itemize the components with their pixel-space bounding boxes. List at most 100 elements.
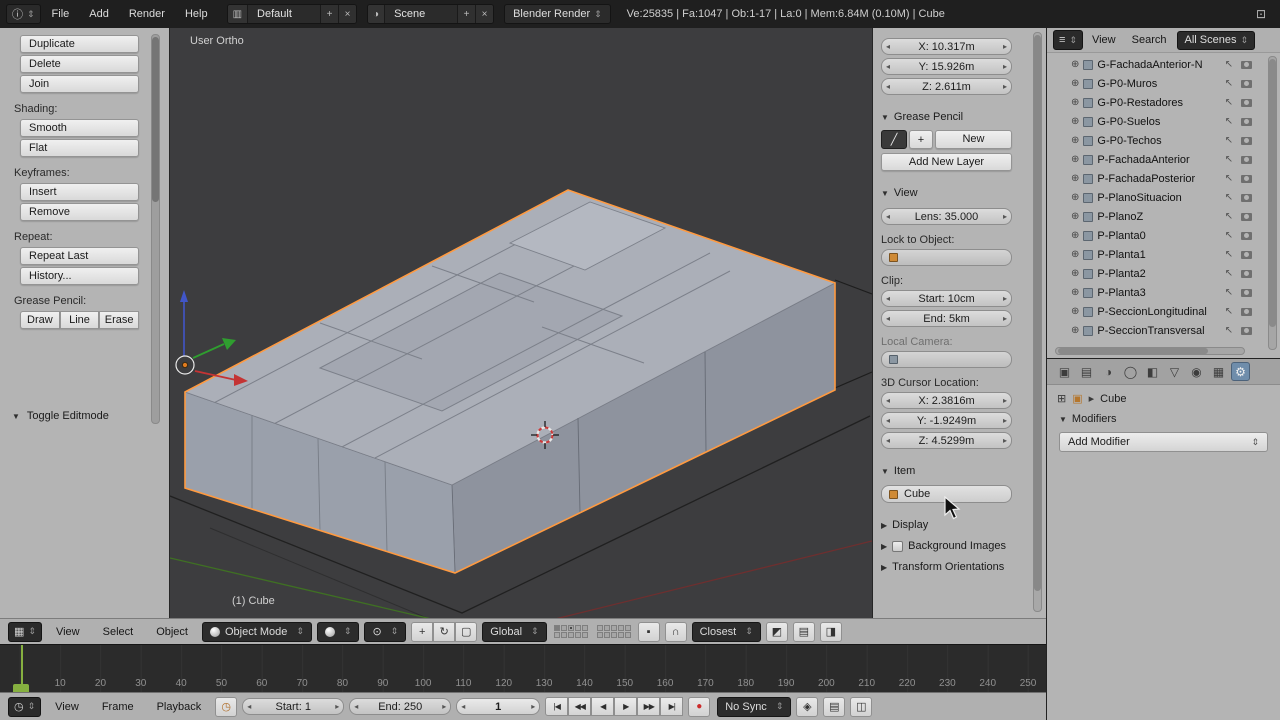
render-toggle-icon[interactable] xyxy=(1241,288,1252,297)
scrollbar-thumb[interactable] xyxy=(1058,348,1208,354)
render-toggle-icon[interactable] xyxy=(1241,250,1252,259)
selectable-toggle-icon[interactable]: ↖ xyxy=(1225,230,1233,241)
outliner-item-label[interactable]: P-SeccionTransversal xyxy=(1097,325,1204,337)
outliner-item[interactable]: ⊕ P-PlanoZ ↖ xyxy=(1047,207,1280,226)
outliner-scrollbar[interactable] xyxy=(1268,56,1277,350)
outliner-item-label[interactable]: P-FachadaPosterior xyxy=(1097,173,1195,185)
pivot-point-dropdown[interactable]: ⊙ ⇕ xyxy=(364,621,407,642)
expand-icon[interactable]: ⊕ xyxy=(1071,211,1079,222)
item-panel-header[interactable]: ▼ Item xyxy=(881,465,1012,477)
increment-arrow-icon[interactable]: ▸ xyxy=(1003,416,1007,425)
properties-tab-icon[interactable]: ▦ xyxy=(1209,362,1228,381)
expand-icon[interactable]: ⊕ xyxy=(1071,116,1079,127)
outliner-item-label[interactable]: G-FachadaAnterior-N xyxy=(1097,59,1202,71)
dimension-value[interactable]: Y: 15.926m xyxy=(890,61,1003,73)
background-images-checkbox[interactable] xyxy=(892,540,904,552)
outliner-item-label[interactable]: P-Planta1 xyxy=(1097,249,1145,261)
increment-arrow-icon[interactable]: ▸ xyxy=(442,702,446,711)
outliner-item-label[interactable]: P-FachadaAnterior xyxy=(1097,154,1189,166)
increment-arrow-icon[interactable]: ▸ xyxy=(1003,42,1007,51)
menu-item[interactable]: File xyxy=(43,4,79,24)
clip-end-value[interactable]: End: 5km xyxy=(890,313,1003,325)
translate-manipulator-icon[interactable]: + xyxy=(411,621,434,642)
current-frame-field[interactable]: ◂ 1 ▸ xyxy=(456,698,541,715)
expand-icon[interactable]: ⊕ xyxy=(1071,230,1079,241)
selectable-toggle-icon[interactable]: ↖ xyxy=(1225,173,1233,184)
outliner-item-label[interactable]: P-PlanoZ xyxy=(1097,211,1143,223)
interaction-mode-dropdown[interactable]: Object Mode ⇕ xyxy=(201,621,312,642)
outliner-item-label[interactable]: P-Planta2 xyxy=(1097,268,1145,280)
clip-end-field[interactable]: ◂ End: 5km ▸ xyxy=(881,310,1012,327)
outliner-item[interactable]: ⊕ P-SeccionTransversal ↖ xyxy=(1047,321,1280,340)
outliner-item[interactable]: ⊕ P-Planta3 ↖ xyxy=(1047,283,1280,302)
screen-layout-selector[interactable]: ▥ Default + × xyxy=(226,4,358,24)
add-scene-button[interactable]: + xyxy=(457,5,476,23)
lens-field[interactable]: ◂ Lens: 35.000 ▸ xyxy=(881,208,1012,225)
selectable-toggle-icon[interactable]: ↖ xyxy=(1225,325,1233,336)
selectable-toggle-icon[interactable]: ↖ xyxy=(1225,249,1233,260)
lock-to-object-field[interactable] xyxy=(881,249,1012,266)
selectable-toggle-icon[interactable]: ↖ xyxy=(1225,154,1233,165)
cursor-coordinate-value[interactable]: Y: -1.9249m xyxy=(890,415,1003,427)
tool-button[interactable]: Join xyxy=(20,75,139,93)
outliner-item-label[interactable]: P-PlanoSituacion xyxy=(1097,192,1181,204)
menu-item[interactable]: Help xyxy=(176,4,217,24)
increment-arrow-icon[interactable]: ▸ xyxy=(531,702,535,711)
selectable-toggle-icon[interactable]: ↖ xyxy=(1225,211,1233,222)
menu-item[interactable]: View xyxy=(1085,30,1123,50)
scrollbar-thumb[interactable] xyxy=(1269,59,1276,327)
render-toggle-icon[interactable] xyxy=(1241,117,1252,126)
expand-icon[interactable]: ⊕ xyxy=(1071,192,1079,203)
render-option-icon[interactable]: ◩ xyxy=(765,621,788,642)
outliner-item[interactable]: ⊕ P-FachadaAnterior ↖ xyxy=(1047,150,1280,169)
grease-pencil-tool-button[interactable]: Draw xyxy=(20,311,60,329)
properties-tab-icon[interactable]: ◉ xyxy=(1187,362,1206,381)
expand-icon[interactable]: ⊕ xyxy=(1071,306,1079,317)
outliner-display-mode-dropdown[interactable]: All Scenes ⇕ xyxy=(1177,30,1256,50)
outliner-item[interactable]: ⊕ G-FachadaAnterior-N ↖ xyxy=(1047,55,1280,74)
dimension-field[interactable]: ◂ X: 10.317m ▸ xyxy=(881,38,1012,55)
scene-name[interactable]: Scene xyxy=(385,8,457,20)
render-toggle-icon[interactable] xyxy=(1241,326,1252,335)
tab-modifiers-icon[interactable]: ⚙ xyxy=(1231,362,1250,381)
outliner-item-label[interactable]: G-P0-Suelos xyxy=(1097,116,1160,128)
menu-item[interactable]: Add xyxy=(80,4,118,24)
grease-pencil-draw-icon[interactable]: ╱ xyxy=(881,130,907,149)
increment-arrow-icon[interactable]: ▸ xyxy=(1003,436,1007,445)
scale-manipulator-icon[interactable]: ▢ xyxy=(455,621,478,642)
render-option-icon[interactable]: ▤ xyxy=(792,621,815,642)
outliner-item[interactable]: ⊕ P-Planta0 ↖ xyxy=(1047,226,1280,245)
menu-item[interactable]: Render xyxy=(120,4,174,24)
menu-item[interactable]: Object xyxy=(147,622,197,642)
outliner-item-label[interactable]: G-P0-Muros xyxy=(1097,78,1157,90)
render-option-icon[interactable]: ◨ xyxy=(819,621,842,642)
editor-type-button[interactable]: ≡ ⇕ xyxy=(1053,30,1083,50)
properties-tab-icon[interactable]: ◑ xyxy=(1099,362,1118,381)
increment-arrow-icon[interactable]: ▸ xyxy=(1003,82,1007,91)
selectable-toggle-icon[interactable]: ↖ xyxy=(1225,287,1233,298)
repeat-button[interactable]: Repeat Last xyxy=(20,247,139,265)
delete-layout-button[interactable]: × xyxy=(338,5,357,23)
render-toggle-icon[interactable] xyxy=(1241,155,1252,164)
render-toggle-icon[interactable] xyxy=(1241,98,1252,107)
grease-pencil-new-button[interactable]: New xyxy=(935,130,1012,149)
outliner-item-label[interactable]: G-P0-Restadores xyxy=(1097,97,1183,109)
expand-icon[interactable]: ⊕ xyxy=(1071,325,1079,336)
frame-start-value[interactable]: Start: 1 xyxy=(251,701,335,713)
outliner-item[interactable]: ⊕ G-P0-Restadores ↖ xyxy=(1047,93,1280,112)
grease-pencil-add-icon[interactable]: + xyxy=(909,130,933,149)
outliner-item[interactable]: ⊕ G-P0-Muros ↖ xyxy=(1047,74,1280,93)
editor-type-button[interactable]: ▦ ⇕ xyxy=(8,621,42,642)
playback-button[interactable]: ◀◀ xyxy=(568,697,592,716)
keying-option-icon[interactable]: ◫ xyxy=(850,696,873,717)
clip-start-value[interactable]: Start: 10cm xyxy=(890,293,1003,305)
increment-arrow-icon[interactable]: ▸ xyxy=(1003,314,1007,323)
3d-viewport[interactable]: User Ortho (1) Cube xyxy=(170,28,872,618)
current-frame-marker[interactable] xyxy=(13,684,29,692)
grease-pencil-panel-header[interactable]: ▼ Grease Pencil xyxy=(881,111,1012,123)
snap-target-dropdown[interactable]: Closest ⇕ xyxy=(691,621,761,642)
cursor-coordinate-value[interactable]: Z: 4.5299m xyxy=(890,435,1003,447)
rotate-manipulator-icon[interactable]: ↻ xyxy=(433,621,456,642)
outliner-item-label[interactable]: G-P0-Techos xyxy=(1097,135,1161,147)
expand-icon[interactable]: ⊕ xyxy=(1071,78,1079,89)
